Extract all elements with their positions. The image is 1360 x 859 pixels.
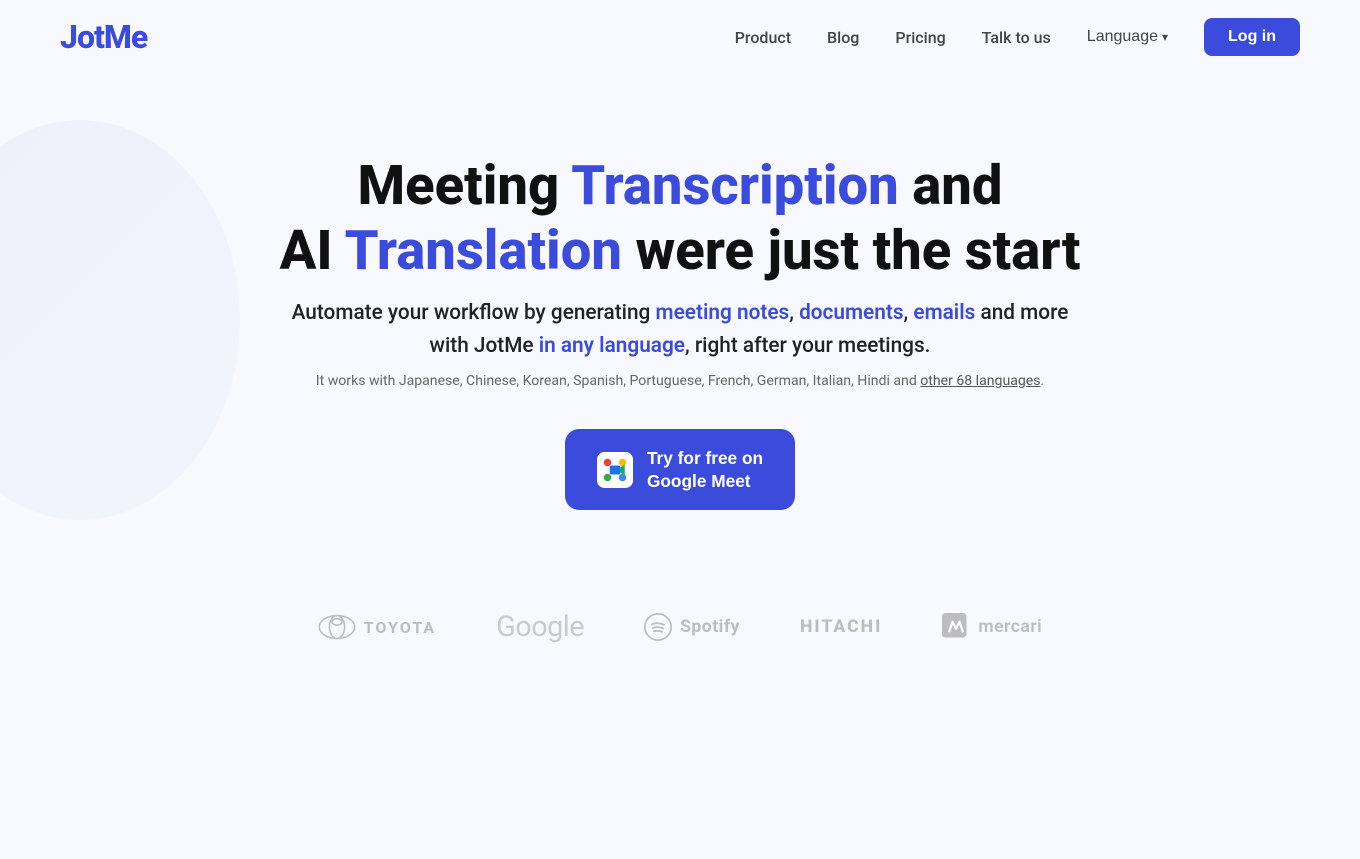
brand-toyota: TOYOTA [318,613,436,641]
brand-spotify: Spotify [644,613,740,641]
nav-product[interactable]: Product [735,28,791,47]
languages-link[interactable]: other 68 languages [920,373,1040,389]
nav-links: Product Blog Pricing Talk to us Language… [735,18,1300,56]
mercari-icon [942,613,970,641]
cta-button[interactable]: Try for free on Google Meet [565,429,795,510]
cta-text: Try for free on Google Meet [647,447,763,492]
brand-hitachi: HITACHI [800,617,882,637]
language-selector[interactable]: Language ▾ [1087,28,1168,46]
login-button[interactable]: Log in [1204,18,1300,56]
nav-blog[interactable]: Blog [827,28,859,47]
hero-languages: It works with Japanese, Chinese, Korean,… [20,373,1340,389]
brand-mercari: mercari [942,613,1042,641]
hero-title: Meeting Transcription and AI Translation… [20,154,1340,285]
toyota-icon [318,613,356,641]
brand-logo[interactable]: JotMe [60,18,147,56]
brand-google: Google [496,610,584,644]
hero-section: Meeting Transcription and AI Translation… [0,74,1360,550]
chevron-down-icon: ▾ [1162,30,1168,44]
nav-talk[interactable]: Talk to us [982,28,1051,47]
nav-pricing[interactable]: Pricing [895,28,945,47]
navbar: JotMe Product Blog Pricing Talk to us La… [0,0,1360,74]
brands-section: TOYOTA Google Spotify HITACHI mercari [0,550,1360,684]
hero-subtitle: Automate your workflow by generating mee… [20,297,1340,364]
google-meet-icon [597,452,633,488]
spotify-icon [644,613,672,641]
